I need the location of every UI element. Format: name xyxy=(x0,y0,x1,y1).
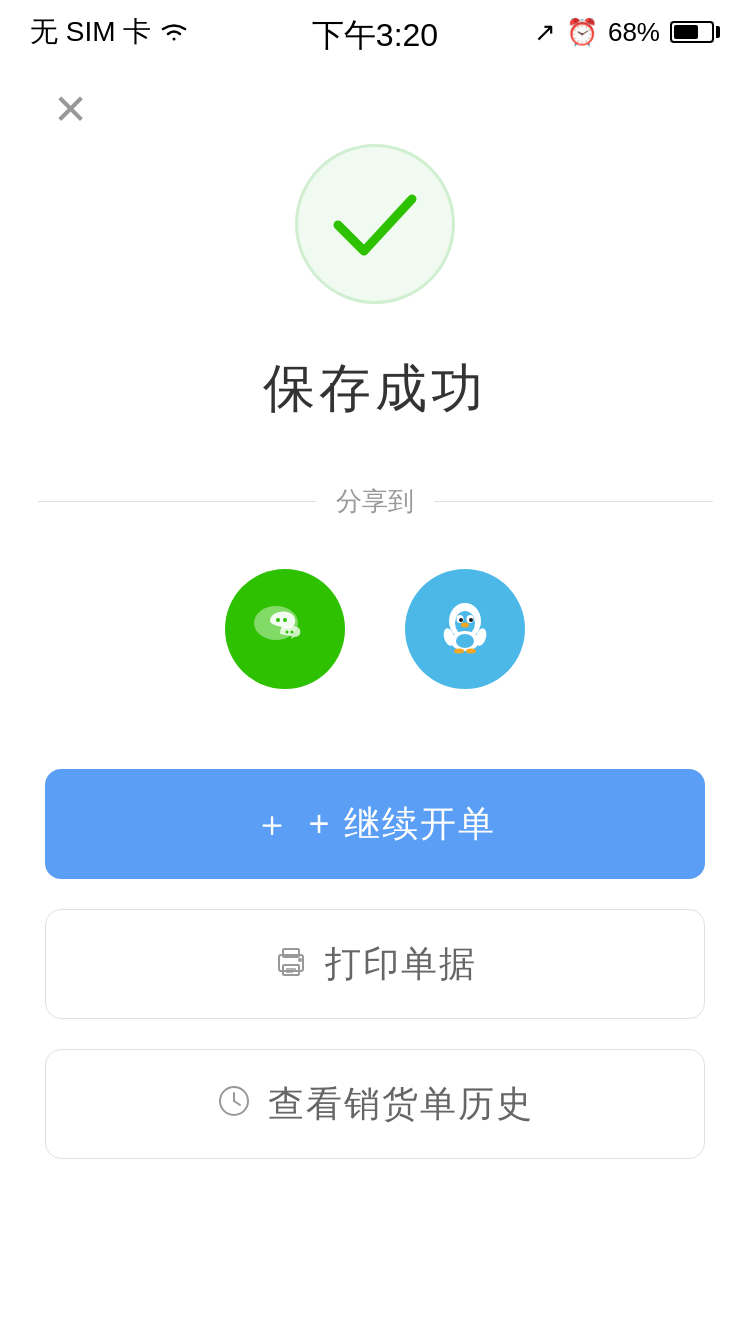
status-bar: 无 SIM 卡 下午3:20 ↗ ⏰ 68% xyxy=(0,0,750,64)
svg-point-15 xyxy=(454,649,464,654)
divider-left xyxy=(38,501,317,502)
actions-section: ＋ + 继续开单 打印单据 xyxy=(45,769,705,1159)
location-icon: ↗ xyxy=(534,17,556,48)
carrier-text: 无 SIM 卡 xyxy=(30,13,151,51)
history-button[interactable]: 查看销货单历史 xyxy=(45,1049,705,1159)
share-label: 分享到 xyxy=(316,484,434,519)
battery-indicator xyxy=(670,21,720,43)
print-label: 打印单据 xyxy=(325,940,477,989)
alarm-icon: ⏰ xyxy=(566,17,598,48)
wechat-icon xyxy=(250,599,320,659)
success-circle xyxy=(295,144,455,304)
share-icons-row xyxy=(225,569,525,689)
battery-text: 68% xyxy=(608,17,660,48)
svg-point-2 xyxy=(276,618,280,622)
svg-point-11 xyxy=(469,618,473,622)
svg-point-5 xyxy=(291,631,294,634)
wechat-share-button[interactable] xyxy=(225,569,345,689)
plus-icon: ＋ xyxy=(254,806,292,842)
svg-point-10 xyxy=(459,618,463,622)
divider-right xyxy=(434,501,713,502)
svg-point-12 xyxy=(461,623,469,628)
qq-icon xyxy=(431,595,499,663)
history-label: 查看销货单历史 xyxy=(268,1080,534,1129)
continue-button[interactable]: ＋ + 继续开单 xyxy=(45,769,705,879)
qq-share-button[interactable] xyxy=(405,569,525,689)
svg-point-16 xyxy=(466,649,476,654)
continue-label: + 继续开单 xyxy=(308,800,495,849)
main-content: 保存成功 分享到 xyxy=(0,64,750,1159)
printer-icon xyxy=(273,943,309,985)
status-bar-right: ↗ ⏰ 68% xyxy=(534,17,720,48)
status-bar-time: 下午3:20 xyxy=(312,14,438,58)
print-button[interactable]: 打印单据 xyxy=(45,909,705,1019)
svg-point-4 xyxy=(286,631,289,634)
close-icon: ✕ xyxy=(53,89,88,131)
wifi-icon xyxy=(159,21,189,43)
clock-icon xyxy=(216,1083,252,1125)
share-section: 分享到 xyxy=(0,484,750,689)
svg-point-3 xyxy=(283,618,287,622)
checkmark-icon xyxy=(330,189,420,259)
close-button[interactable]: ✕ xyxy=(40,80,100,140)
share-divider-row: 分享到 xyxy=(38,484,713,519)
success-title: 保存成功 xyxy=(263,354,487,424)
svg-point-24 xyxy=(298,958,302,962)
svg-point-14 xyxy=(456,634,474,648)
status-bar-left: 无 SIM 卡 xyxy=(30,13,189,51)
svg-line-27 xyxy=(234,1101,240,1105)
